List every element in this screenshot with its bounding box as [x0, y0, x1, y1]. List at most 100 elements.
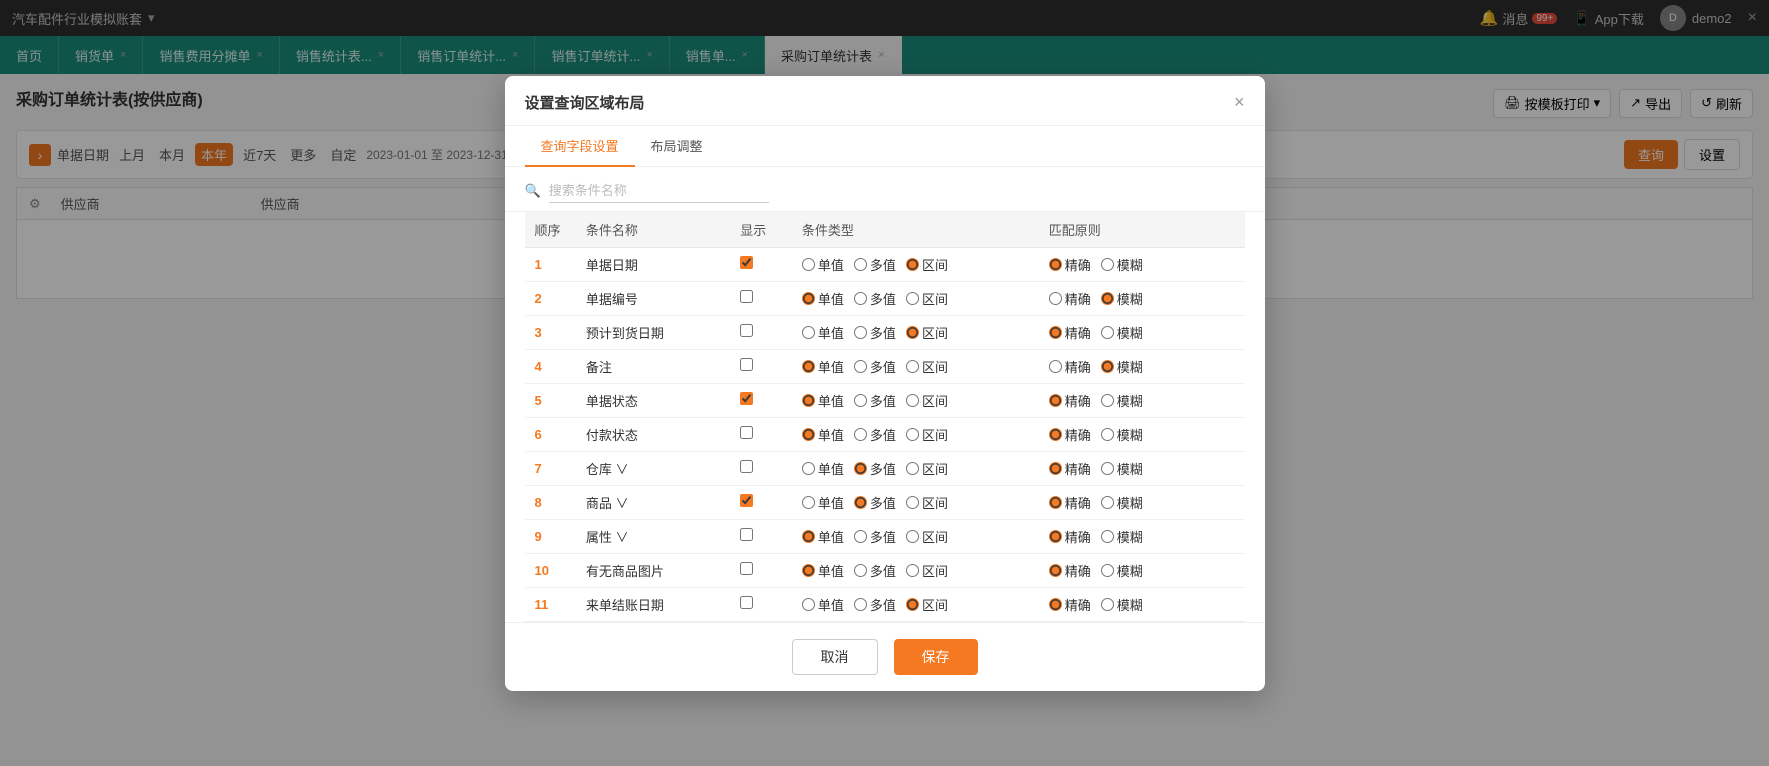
- row-5-type-单值[interactable]: 单值: [802, 425, 844, 444]
- modal-close-button[interactable]: ×: [1234, 92, 1245, 113]
- row-4-match-精确[interactable]: 精确: [1049, 391, 1091, 410]
- row-9-type-单值[interactable]: 单值: [802, 561, 844, 580]
- row-0-type-区间[interactable]: 区间: [906, 255, 948, 274]
- row-6-show-checkbox[interactable]: [740, 460, 753, 473]
- row-9-show-checkbox[interactable]: [740, 562, 753, 575]
- row-4-type: 单值多值区间: [792, 383, 1039, 417]
- row-0-name: 单据日期: [576, 247, 730, 281]
- cancel-button[interactable]: 取消: [792, 639, 878, 675]
- row-0-type-单值[interactable]: 单值: [802, 255, 844, 274]
- row-4-type-多值[interactable]: 多值: [854, 391, 896, 410]
- row-6-show: [730, 451, 792, 485]
- row-8-order: 9: [525, 519, 576, 553]
- row-5-type: 单值多值区间: [792, 417, 1039, 451]
- row-9-order: 10: [525, 553, 576, 587]
- row-10-order: 11: [525, 587, 576, 621]
- row-10-type-区间[interactable]: 区间: [906, 595, 948, 614]
- row-3-type-单值[interactable]: 单值: [802, 357, 844, 376]
- row-3-type-多值[interactable]: 多值: [854, 357, 896, 376]
- row-7-match-模糊[interactable]: 模糊: [1101, 493, 1143, 512]
- row-3-type-区间[interactable]: 区间: [906, 357, 948, 376]
- row-8-name: 属性 ∨: [576, 519, 730, 553]
- row-7-match-精确[interactable]: 精确: [1049, 493, 1091, 512]
- row-6-match-模糊[interactable]: 模糊: [1101, 459, 1143, 478]
- row-5-match-模糊[interactable]: 模糊: [1101, 425, 1143, 444]
- row-1-type-区间[interactable]: 区间: [906, 289, 948, 308]
- row-6-type-区间[interactable]: 区间: [906, 459, 948, 478]
- row-2-type-区间[interactable]: 区间: [906, 323, 948, 342]
- row-4-match-模糊[interactable]: 模糊: [1101, 391, 1143, 410]
- row-3-show-checkbox[interactable]: [740, 358, 753, 371]
- row-7-type-单值[interactable]: 单值: [802, 493, 844, 512]
- row-1-type-单值[interactable]: 单值: [802, 289, 844, 308]
- row-8-type-单值[interactable]: 单值: [802, 527, 844, 546]
- row-1-show: [730, 281, 792, 315]
- row-10-show-checkbox[interactable]: [740, 596, 753, 609]
- row-4-name: 单据状态: [576, 383, 730, 417]
- row-4-match: 精确模糊: [1039, 383, 1245, 417]
- th-order: 顺序: [525, 212, 576, 248]
- row-0-show-checkbox[interactable]: [740, 256, 753, 269]
- row-9-match: 精确模糊: [1039, 553, 1245, 587]
- row-7-type-区间[interactable]: 区间: [906, 493, 948, 512]
- row-8-match-模糊[interactable]: 模糊: [1101, 527, 1143, 546]
- modal-search-input[interactable]: [549, 179, 769, 203]
- row-8-type-区间[interactable]: 区间: [906, 527, 948, 546]
- row-3-match-精确[interactable]: 精确: [1049, 357, 1091, 376]
- row-7-match: 精确模糊: [1039, 485, 1245, 519]
- row-2-show-checkbox[interactable]: [740, 324, 753, 337]
- row-3-match-模糊[interactable]: 模糊: [1101, 357, 1143, 376]
- modal-overlay: 设置查询区域布局 × 查询字段设置 布局调整 🔍 顺序 条件名称: [0, 0, 1769, 766]
- row-4-type-单值[interactable]: 单值: [802, 391, 844, 410]
- row-9-type-区间[interactable]: 区间: [906, 561, 948, 580]
- th-show: 显示: [730, 212, 792, 248]
- row-0-type-多值[interactable]: 多值: [854, 255, 896, 274]
- row-6-match-精确[interactable]: 精确: [1049, 459, 1091, 478]
- row-2-type: 单值多值区间: [792, 315, 1039, 349]
- row-5-match-精确[interactable]: 精确: [1049, 425, 1091, 444]
- row-10-match-模糊[interactable]: 模糊: [1101, 595, 1143, 614]
- row-10-type-单值[interactable]: 单值: [802, 595, 844, 614]
- row-6-type-多值[interactable]: 多值: [854, 459, 896, 478]
- save-button[interactable]: 保存: [894, 639, 978, 675]
- modal-table-wrap: 顺序 条件名称 显示 条件类型 匹配原则 1单据日期单值多值区间精确模糊2单据编…: [505, 212, 1265, 622]
- row-9-match-模糊[interactable]: 模糊: [1101, 561, 1143, 580]
- tab-layout-adjust[interactable]: 布局调整: [635, 126, 719, 167]
- row-10-match-精确[interactable]: 精确: [1049, 595, 1091, 614]
- table-row: 7仓库 ∨单值多值区间精确模糊: [525, 451, 1245, 485]
- row-1-match-精确[interactable]: 精确: [1049, 289, 1091, 308]
- th-type: 条件类型: [792, 212, 1039, 248]
- table-row: 10有无商品图片单值多值区间精确模糊: [525, 553, 1245, 587]
- row-2-type-单值[interactable]: 单值: [802, 323, 844, 342]
- row-0-match-模糊[interactable]: 模糊: [1101, 255, 1143, 274]
- row-9-match-精确[interactable]: 精确: [1049, 561, 1091, 580]
- row-5-show-checkbox[interactable]: [740, 426, 753, 439]
- row-5-type-区间[interactable]: 区间: [906, 425, 948, 444]
- row-7-order: 8: [525, 485, 576, 519]
- row-4-type-区间[interactable]: 区间: [906, 391, 948, 410]
- modal-table: 顺序 条件名称 显示 条件类型 匹配原则 1单据日期单值多值区间精确模糊2单据编…: [525, 212, 1245, 622]
- row-7-show-checkbox[interactable]: [740, 494, 753, 507]
- row-4-show: [730, 383, 792, 417]
- row-1-show-checkbox[interactable]: [740, 290, 753, 303]
- row-4-show-checkbox[interactable]: [740, 392, 753, 405]
- row-9-type-多值[interactable]: 多值: [854, 561, 896, 580]
- row-8-match-精确[interactable]: 精确: [1049, 527, 1091, 546]
- row-7-type-多值[interactable]: 多值: [854, 493, 896, 512]
- modal-search-icon: 🔍: [525, 183, 541, 199]
- row-6-match: 精确模糊: [1039, 451, 1245, 485]
- row-6-type-单值[interactable]: 单值: [802, 459, 844, 478]
- row-2-match-模糊[interactable]: 模糊: [1101, 323, 1143, 342]
- row-2-match-精确[interactable]: 精确: [1049, 323, 1091, 342]
- row-9-show: [730, 553, 792, 587]
- row-1-type-多值[interactable]: 多值: [854, 289, 896, 308]
- row-10-type-多值[interactable]: 多值: [854, 595, 896, 614]
- row-8-type-多值[interactable]: 多值: [854, 527, 896, 546]
- row-8-show-checkbox[interactable]: [740, 528, 753, 541]
- tab-field-settings[interactable]: 查询字段设置: [525, 126, 635, 167]
- modal-search-area: 🔍: [505, 167, 1265, 212]
- row-2-type-多值[interactable]: 多值: [854, 323, 896, 342]
- row-5-type-多值[interactable]: 多值: [854, 425, 896, 444]
- row-0-match-精确[interactable]: 精确: [1049, 255, 1091, 274]
- row-1-match-模糊[interactable]: 模糊: [1101, 289, 1143, 308]
